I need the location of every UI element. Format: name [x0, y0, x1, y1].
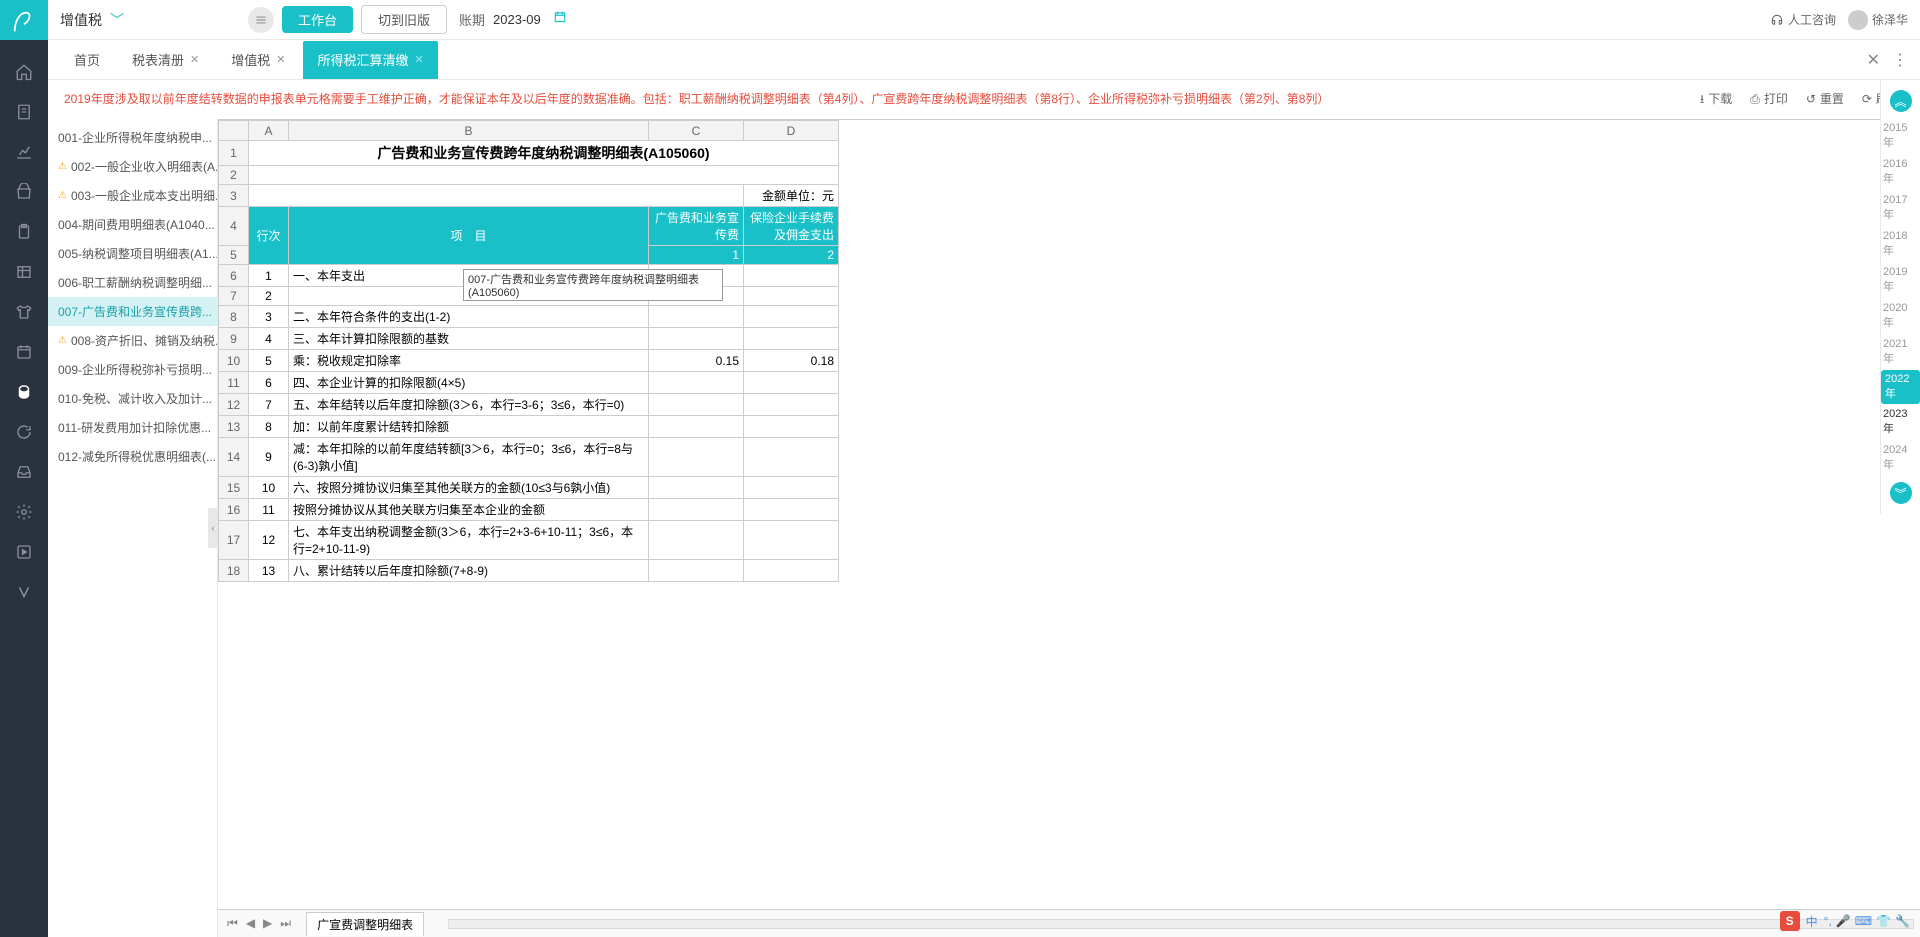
app-logo — [10, 8, 38, 36]
sheet-nav-last[interactable]: ⏭ — [277, 916, 294, 931]
module-name: 增值税 — [60, 10, 102, 30]
form-item-8[interactable]: ⚠008-资产折旧、摊销及纳税... — [48, 326, 217, 355]
sheet-nav-first[interactable]: ⏮ — [224, 916, 241, 931]
nav-inbox-icon[interactable] — [12, 460, 36, 484]
nav-clipboard-icon[interactable] — [12, 220, 36, 244]
nav-calendar-icon[interactable] — [12, 340, 36, 364]
ime-bar: S 中 °, 🎤 ⌨ 👕 🔧 — [1780, 911, 1910, 931]
form-item-6[interactable]: 006-职工薪酬纳税调整明细... — [48, 268, 217, 297]
year-2023年[interactable]: 2023年 — [1881, 404, 1920, 440]
nav-cycle-icon[interactable] — [12, 420, 36, 444]
tab-bar: 首页 税表清册✕ 增值税✕ 所得税汇算清缴✕ ✕ ⋮ — [48, 40, 1920, 80]
chevron-down-icon: ﹀ — [110, 10, 124, 30]
close-all-icon[interactable]: ✕ — [1867, 50, 1880, 70]
close-icon[interactable]: ✕ — [276, 53, 285, 66]
nav-gear-icon[interactable] — [12, 500, 36, 524]
form-item-3[interactable]: ⚠003-一般企业成本支出明细... — [48, 181, 217, 210]
warning-icon: ⚠ — [58, 335, 67, 346]
nav-play-icon[interactable] — [12, 540, 36, 564]
form-item-4[interactable]: 004-期间费用明细表(A1040... — [48, 210, 217, 239]
spreadsheet[interactable]: ABCD1广告费和业务宣传费跨年度纳税调整明细表(A105060)23金额单位：… — [218, 119, 1920, 909]
nav-tax-icon[interactable] — [12, 380, 36, 404]
print-icon: ⎙ — [1750, 90, 1760, 109]
nav-table-icon[interactable] — [12, 260, 36, 284]
year-2017年[interactable]: 2017年 — [1881, 190, 1920, 226]
form-item-2[interactable]: ⚠002-一般企业收入明细表(A... — [48, 152, 217, 181]
support-link[interactable]: 人工咨询 — [1770, 11, 1836, 28]
period-value: 2023-09 — [493, 12, 541, 27]
avatar-icon — [1848, 10, 1868, 30]
top-bar: 增值税 ﹀ 工作台 切到旧版 账期 2023-09 人工咨询 徐泽华 — [48, 0, 1920, 40]
module-selector[interactable]: 增值税 ﹀ — [60, 10, 240, 30]
download-icon: ⭳ — [1700, 90, 1704, 109]
form-item-12[interactable]: 012-减免所得税优惠明细表(... — [48, 442, 217, 471]
form-item-10[interactable]: 010-免税、减计收入及加计... — [48, 384, 217, 413]
tab-home[interactable]: 首页 — [60, 41, 114, 79]
tab-vat[interactable]: 增值税✕ — [217, 41, 299, 79]
ime-tool-icon[interactable]: 🔧 — [1895, 914, 1910, 928]
year-2016年[interactable]: 2016年 — [1881, 154, 1920, 190]
workbench-button[interactable]: 工作台 — [282, 6, 353, 33]
form-item-5[interactable]: 005-纳税调整项目明细表(A1... — [48, 239, 217, 268]
warning-icon: ⚠ — [58, 190, 67, 201]
period-label: 账期 — [459, 10, 485, 29]
reset-button[interactable]: ↺重置 — [1806, 90, 1844, 109]
ime-lang[interactable]: 中 — [1806, 913, 1818, 930]
sheet-nav-prev[interactable]: ◀ — [243, 916, 258, 931]
form-item-1[interactable]: 001-企业所得税年度纳税申... — [48, 123, 217, 152]
nav-bag-icon[interactable] — [12, 180, 36, 204]
year-2022年[interactable]: 2022年 — [1881, 370, 1920, 404]
nav-doc-icon[interactable] — [12, 100, 36, 124]
reset-icon: ↺ — [1806, 90, 1816, 109]
tab-income-tax[interactable]: 所得税汇算清缴✕ — [303, 41, 437, 79]
more-icon[interactable]: ⋮ — [1892, 50, 1908, 70]
horizontal-scrollbar[interactable] — [448, 918, 1914, 930]
form-item-7[interactable]: 007-广告费和业务宣传费跨... — [48, 297, 217, 326]
form-list: 001-企业所得税年度纳税申...⚠002-一般企业收入明细表(A...⚠003… — [48, 119, 218, 937]
nav-v-icon[interactable] — [12, 580, 36, 604]
ime-keyboard-icon[interactable]: ⌨ — [1855, 914, 1872, 928]
year-2020年[interactable]: 2020年 — [1881, 298, 1920, 334]
ime-logo-icon[interactable]: S — [1780, 911, 1800, 931]
calendar-icon[interactable] — [553, 10, 567, 29]
form-item-11[interactable]: 011-研发费用加计扣除优惠... — [48, 413, 217, 442]
user-menu[interactable]: 徐泽华 — [1848, 10, 1908, 30]
ime-mic-icon[interactable]: 🎤 — [1836, 914, 1851, 928]
nav-chart-icon[interactable] — [12, 140, 36, 164]
close-icon[interactable]: ✕ — [190, 53, 199, 66]
sheet-tab-bar: ⏮ ◀ ▶ ⏭ 广宣费调整明细表 — [218, 909, 1920, 937]
year-down-button[interactable]: ︾ — [1890, 482, 1912, 504]
print-button[interactable]: ⎙打印 — [1750, 90, 1788, 109]
left-nav-rail — [0, 0, 48, 937]
warning-banner: 2019年度涉及取以前年度结转数据的申报表单元格需要手工维护正确，才能保证本年及… — [48, 80, 1920, 119]
year-up-button[interactable]: ︽ — [1890, 90, 1912, 112]
refresh-icon: ⟳ — [1862, 90, 1872, 109]
form-item-9[interactable]: 009-企业所得税弥补亏损明... — [48, 355, 217, 384]
year-2015年[interactable]: 2015年 — [1881, 118, 1920, 154]
warning-icon: ⚠ — [58, 161, 67, 172]
tab-tax-list[interactable]: 税表清册✕ — [118, 41, 213, 79]
headset-icon — [1770, 13, 1784, 27]
sheet-nav-next[interactable]: ▶ — [260, 916, 275, 931]
download-button[interactable]: ⭳下载 — [1700, 90, 1732, 109]
year-2021年[interactable]: 2021年 — [1881, 334, 1920, 370]
ime-punct-icon[interactable]: °, — [1824, 914, 1832, 928]
sheet-tab[interactable]: 广宣费调整明细表 — [306, 912, 424, 936]
cell-tooltip: 007-广告费和业务宣传费跨年度纳税调整明细表(A105060) — [463, 269, 723, 301]
year-2019年[interactable]: 2019年 — [1881, 262, 1920, 298]
year-2024年[interactable]: 2024年 — [1881, 440, 1920, 476]
ime-skin-icon[interactable]: 👕 — [1876, 914, 1891, 928]
nav-home-icon[interactable] — [12, 60, 36, 84]
year-2018年[interactable]: 2018年 — [1881, 226, 1920, 262]
year-rail: ︽ 2015年2016年2017年2018年2019年2020年2021年202… — [1880, 80, 1920, 514]
nav-shirt-icon[interactable] — [12, 300, 36, 324]
close-icon[interactable]: ✕ — [415, 53, 424, 66]
list-toggle-button[interactable] — [248, 7, 274, 33]
switch-old-button[interactable]: 切到旧版 — [361, 5, 447, 34]
collapse-handle[interactable]: ‹ — [208, 508, 218, 548]
